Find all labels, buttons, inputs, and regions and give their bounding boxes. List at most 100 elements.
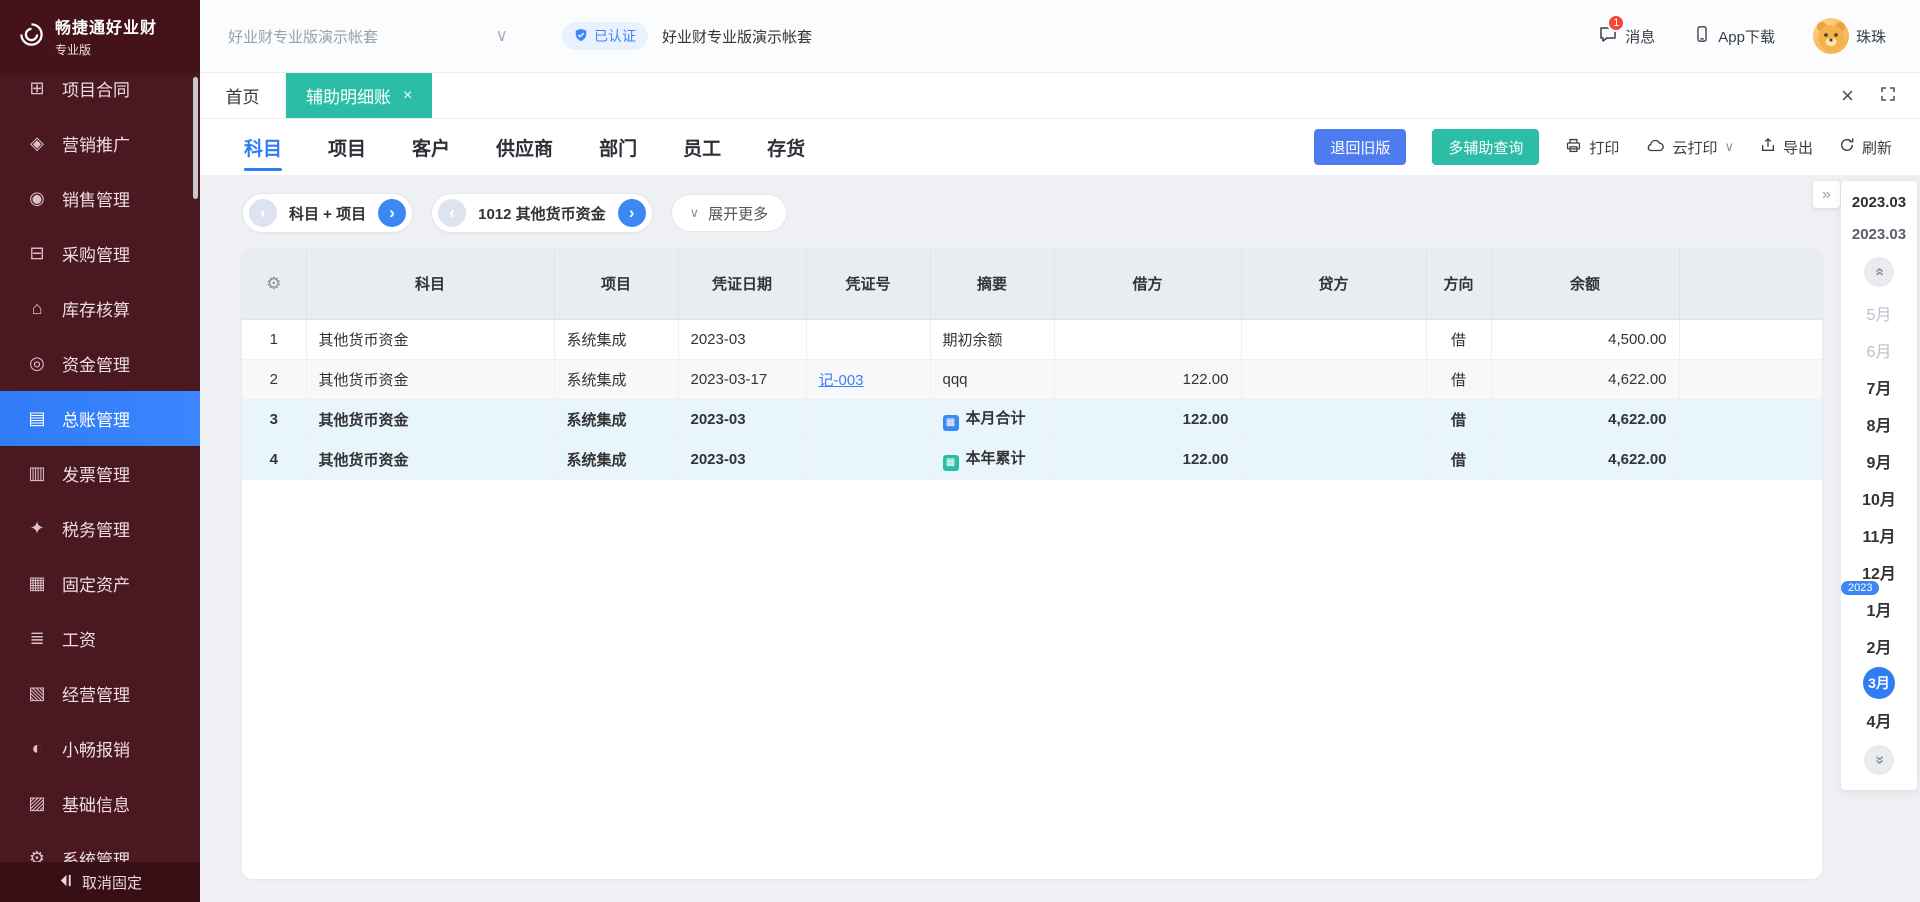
table-row[interactable]: 2 其他货币资金 系统集成 2023-03-17 记-003 ▦qqq 122.…: [242, 358, 1822, 400]
dimension-tab[interactable]: 科目: [242, 119, 284, 176]
prev-arrow-icon[interactable]: ‹: [438, 199, 467, 227]
column-header[interactable]: 项目: [553, 249, 679, 320]
month-item[interactable]: 8月: [1841, 405, 1917, 442]
column-header[interactable]: 贷方: [1240, 249, 1427, 320]
ledger-table: ⚙ 科目 项目 凭证日期 凭证号 摘要 借方 贷方 方向 余额 1 其他货币资金…: [242, 249, 1822, 480]
sidebar-item[interactable]: ▧ 经营管理: [0, 666, 200, 721]
sidebar-item-icon: ✦: [29, 518, 45, 538]
month-item[interactable]: 2023 1月: [1841, 581, 1917, 627]
column-header[interactable]: 凭证日期: [677, 249, 807, 320]
phone-icon: [1693, 25, 1711, 47]
app-download-button[interactable]: App下载: [1693, 25, 1775, 47]
sidebar-item[interactable]: ▦ 固定资产: [0, 556, 200, 611]
dimension-tab[interactable]: 客户: [410, 119, 452, 176]
tab-close-icon[interactable]: ×: [403, 87, 412, 104]
next-arrow-icon[interactable]: ›: [378, 199, 407, 227]
month-item[interactable]: 7月: [1841, 368, 1917, 405]
month-item[interactable]: 11月: [1841, 516, 1917, 553]
expand-more-button[interactable]: ∨ 展开更多: [670, 194, 788, 232]
sidebar-item-icon: ▥: [28, 463, 46, 483]
export-button[interactable]: 导出: [1760, 137, 1813, 158]
scroll-up-button[interactable]: «: [1864, 257, 1894, 287]
double-chevron-down-icon: »: [1871, 755, 1888, 765]
prev-arrow-icon[interactable]: ‹: [249, 199, 277, 227]
sidebar-item[interactable]: ◈ 营销推广: [0, 116, 200, 171]
tab-home[interactable]: 首页: [200, 73, 286, 118]
print-button[interactable]: 打印: [1565, 137, 1619, 158]
column-header[interactable]: 余额: [1490, 249, 1680, 320]
sidebar-item[interactable]: ▥ 发票管理: [0, 446, 200, 501]
verified-badge: 已认证: [562, 22, 648, 50]
refresh-button[interactable]: 刷新: [1839, 137, 1892, 158]
sidebar-item-icon: ▨: [28, 793, 46, 813]
column-header[interactable]: 借方: [1053, 249, 1242, 320]
cell-project: 系统集成: [553, 438, 679, 480]
month-item[interactable]: 10月: [1841, 479, 1917, 516]
period-current[interactable]: 2023.03: [1852, 186, 1906, 218]
month-item[interactable]: 2月: [1841, 627, 1917, 664]
back-old-version-button[interactable]: 退回旧版: [1314, 129, 1407, 165]
dimension-tab[interactable]: 项目: [326, 119, 368, 176]
sidebar-item[interactable]: ✦ 税务管理: [0, 501, 200, 556]
sidebar-item[interactable]: ⌂ 库存核算: [0, 281, 200, 336]
dimension-tab-label: 科目: [244, 138, 283, 160]
sidebar-item[interactable]: ◎ 资金管理: [0, 336, 200, 391]
messages-button[interactable]: 1 消息: [1598, 14, 1655, 48]
column-header[interactable]: 摘要: [929, 249, 1055, 320]
workspace-selector[interactable]: 好业财专业版演示帐套 ∨: [218, 18, 518, 55]
column-header[interactable]: 方向: [1425, 249, 1492, 320]
dimension-tab[interactable]: 部门: [597, 119, 639, 176]
cell-blank: [1678, 318, 1822, 360]
month-label: 7月: [1866, 380, 1892, 398]
cell-credit: [1240, 438, 1427, 480]
month-label: 4月: [1866, 713, 1892, 731]
column-blank: [1678, 249, 1822, 320]
close-icon[interactable]: ×: [1841, 84, 1854, 107]
month-item[interactable]: 3月: [1841, 664, 1917, 701]
dimension-tab[interactable]: 员工: [681, 119, 723, 176]
period-selected[interactable]: 2023.03: [1852, 218, 1906, 250]
sidebar-item[interactable]: ▨ 基础信息: [0, 776, 200, 831]
fullscreen-icon[interactable]: [1880, 86, 1896, 106]
sidebar-scrollbar[interactable]: [193, 77, 198, 199]
next-arrow-icon[interactable]: ›: [617, 199, 646, 227]
cell-voucher-no: [805, 398, 931, 440]
unpin-sidebar-button[interactable]: 取消固定: [0, 862, 200, 902]
expand-more-label: 展开更多: [708, 205, 769, 223]
user-menu[interactable]: 珠珠: [1812, 18, 1886, 54]
cloud-print-button[interactable]: 云打印 ∨: [1645, 137, 1734, 158]
month-item[interactable]: 4月: [1841, 701, 1917, 738]
sidebar-item-label: 基础信息: [62, 796, 130, 815]
sidebar-item[interactable]: ≣ 工资: [0, 611, 200, 666]
sidebar-item[interactable]: ⊞ 项目合同: [0, 73, 200, 116]
voucher-link[interactable]: 记-003: [819, 372, 864, 389]
month-item[interactable]: 9月: [1841, 442, 1917, 479]
sidebar-item-icon: ⊟: [29, 243, 45, 263]
collapse-date-panel-button[interactable]: »: [1813, 181, 1840, 208]
table-row[interactable]: 3 其他货币资金 系统集成 2023-03 ▦ 本月合计 122.00 借 4,6…: [242, 398, 1822, 440]
sidebar-item[interactable]: ◉ 销售管理: [0, 171, 200, 226]
month-label: 3月: [1863, 666, 1895, 699]
scroll-down-button[interactable]: »: [1864, 745, 1894, 775]
dimension-tab[interactable]: 供应商: [494, 119, 555, 176]
sidebar-item[interactable]: ⊟ 采购管理: [0, 226, 200, 281]
dimension-tab[interactable]: 存货: [765, 119, 807, 176]
column-header[interactable]: 科目: [305, 249, 555, 320]
month-item[interactable]: 6月: [1841, 331, 1917, 368]
sidebar-item-label: 小畅报销: [62, 741, 130, 760]
cell-voucher-no: 记-003: [805, 358, 931, 400]
table-row[interactable]: 4 其他货币资金 系统集成 2023-03 ▦ 本年累计 122.00 借 4,6…: [242, 438, 1822, 480]
multi-assist-query-button[interactable]: 多辅助查询: [1432, 129, 1540, 165]
gear-icon[interactable]: ⚙: [266, 274, 281, 293]
summary-calendar-icon: ▦: [942, 414, 959, 431]
tab-assist-detail-ledger[interactable]: 辅助明细账 ×: [286, 73, 433, 118]
column-header[interactable]: 凭证号: [805, 249, 931, 320]
month-item[interactable]: 5月: [1841, 294, 1917, 331]
dimension-filter-pill[interactable]: ‹ 科目 + 项目 ›: [242, 193, 414, 233]
sidebar-menu: ⊞ 项目合同 ◈ 营销推广 ◉ 销售管理 ⊟ 采购管理 ⌂ 库存核算 ◎ 资金管…: [0, 73, 200, 886]
sidebar-item[interactable]: ◐ 小畅报销: [0, 721, 200, 776]
cell-subject: 其他货币资金: [305, 318, 555, 360]
account-filter-pill[interactable]: ‹ 1012 其他货币资金 ›: [431, 193, 653, 233]
sidebar-item[interactable]: ▤ 总账管理: [0, 391, 200, 446]
table-row[interactable]: 1 其他货币资金 系统集成 2023-03 ▦期初余额 借 4,500.00: [242, 318, 1822, 360]
